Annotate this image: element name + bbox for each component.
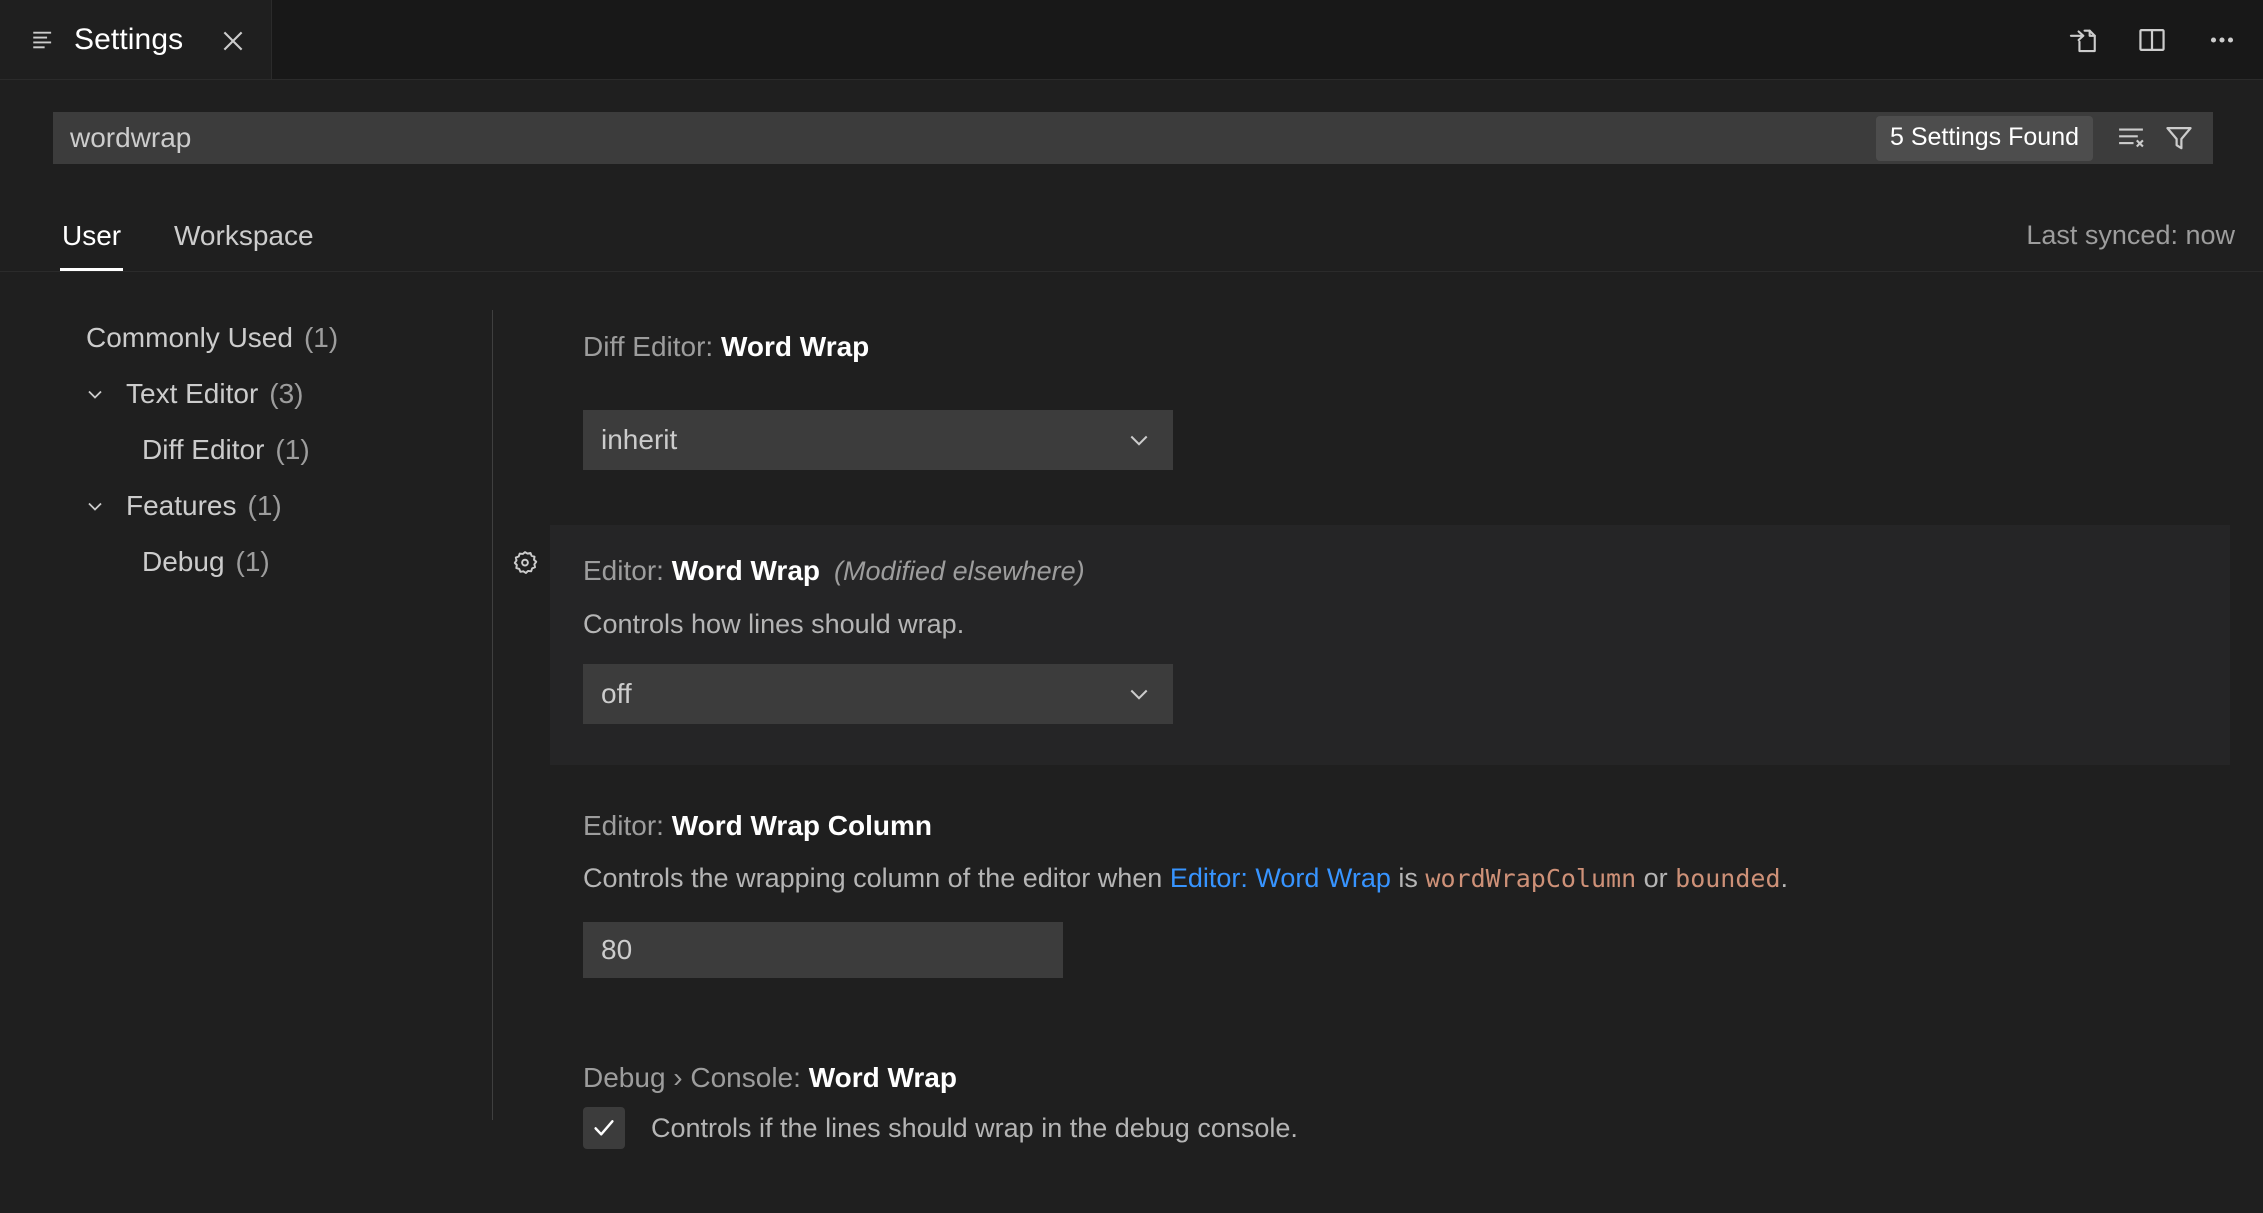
tab-user-label: User [62, 219, 122, 251]
desc-text: or [1636, 863, 1676, 893]
code-token-bounded: bounded [1675, 864, 1781, 893]
tab-workspace[interactable]: Workspace [172, 200, 316, 271]
filter-icon[interactable] [2155, 112, 2203, 164]
toc-label: Features [126, 490, 237, 521]
editor-tab-bar: Settings [0, 0, 2263, 80]
dropdown-value: inherit [601, 424, 678, 455]
chevron-down-icon [82, 381, 108, 407]
dropdown-value: off [601, 678, 632, 709]
setting-checkbox-label: Controls if the lines should wrap in the… [651, 1112, 1298, 1143]
search-input[interactable] [53, 112, 1876, 164]
setting-title-debug-console-word-wrap: Debug › Console: Word Wrap [583, 1061, 957, 1095]
toc-label: Commonly Used [86, 322, 293, 353]
split-editor-icon[interactable] [2133, 21, 2171, 59]
settings-lines-icon [30, 27, 56, 53]
setting-dropdown-editor-word-wrap[interactable]: off [583, 664, 1173, 724]
toc-divider [492, 310, 493, 1120]
toc-item-features[interactable]: Features (1) [0, 478, 493, 534]
setting-name: Word Wrap [671, 555, 821, 586]
setting-category: Editor: [583, 810, 672, 841]
search-container: 5 Settings Found [53, 112, 2213, 164]
settings-editor-window: Settings wordwrap 5 Settings Found User … [0, 0, 2263, 1213]
setting-link-editor-word-wrap[interactable]: Editor: Word Wrap [1170, 863, 1391, 893]
toc-count: (1) [303, 322, 339, 353]
setting-name: Word Wrap [808, 1062, 957, 1093]
setting-name: Word Wrap [720, 331, 870, 362]
toc-label: Diff Editor [142, 434, 265, 465]
setting-title-editor-word-wrap: Editor: Word Wrap (Modified elsewhere) [583, 554, 1085, 588]
toc-item-text-editor[interactable]: Text Editor (3) [0, 366, 493, 422]
editor-tab-label: Settings [74, 22, 184, 56]
chevron-down-icon [82, 493, 108, 519]
toc-item-diff-editor[interactable]: Diff Editor (1) [0, 422, 493, 478]
desc-text: Controls the wrapping column of the edit… [583, 863, 1170, 893]
gear-modified-icon[interactable] [508, 548, 542, 582]
setting-checkbox-debug-console-word-wrap[interactable] [583, 1107, 625, 1149]
chevron-down-icon [1125, 426, 1153, 454]
setting-category: Debug › Console: [583, 1062, 809, 1093]
clear-search-results-icon[interactable] [2107, 112, 2155, 164]
table-of-contents: Commonly Used (1) Text Editor (3) Diff E… [0, 302, 493, 590]
setting-number-input-word-wrap-column[interactable] [583, 922, 1063, 978]
setting-modified-note: (Modified elsewhere) [834, 556, 1085, 586]
toc-label: Debug [142, 546, 225, 577]
sync-status: Last synced: now [2026, 220, 2235, 250]
setting-name: Word Wrap Column [671, 810, 932, 841]
search-row: 5 Settings Found [0, 80, 2263, 164]
desc-text: is [1390, 863, 1426, 893]
close-icon[interactable] [218, 26, 248, 56]
setting-dropdown-diff-editor-word-wrap[interactable]: inherit [583, 410, 1173, 470]
setting-description-editor-word-wrap-column: Controls the wrapping column of the edit… [583, 860, 1788, 896]
file-export-icon[interactable] [2063, 21, 2101, 59]
chevron-down-icon [1125, 680, 1153, 708]
setting-checkbox-row-debug-console-word-wrap: Controls if the lines should wrap in the… [583, 1107, 1298, 1149]
setting-title-editor-word-wrap-column: Editor: Word Wrap Column [583, 809, 932, 843]
editor-actions [2063, 0, 2241, 79]
toc-count: (1) [247, 490, 282, 521]
toc-item-commonly-used[interactable]: Commonly Used (1) [0, 310, 493, 366]
setting-category: Editor: [583, 555, 672, 586]
code-token-wordwrapcolumn: wordWrapColumn [1425, 864, 1637, 893]
toc-label: Text Editor [126, 378, 259, 409]
ellipsis-icon[interactable] [2203, 21, 2241, 59]
tab-workspace-label: Workspace [174, 219, 314, 251]
toc-count: (1) [275, 434, 310, 465]
tab-user[interactable]: User [60, 200, 124, 271]
setting-description-editor-word-wrap: Controls how lines should wrap. [583, 609, 965, 639]
toc-count: (3) [269, 378, 304, 409]
setting-category: Diff Editor: [583, 331, 721, 362]
settings-scope-tabs: User Workspace Last synced: now [0, 200, 2263, 272]
setting-title-diff-editor-word-wrap: Diff Editor: Word Wrap [583, 330, 869, 364]
desc-text: . [1780, 863, 1789, 893]
toc-count: (1) [235, 546, 270, 577]
toc-item-debug[interactable]: Debug (1) [0, 534, 493, 590]
results-count-badge: 5 Settings Found [1875, 115, 2093, 161]
